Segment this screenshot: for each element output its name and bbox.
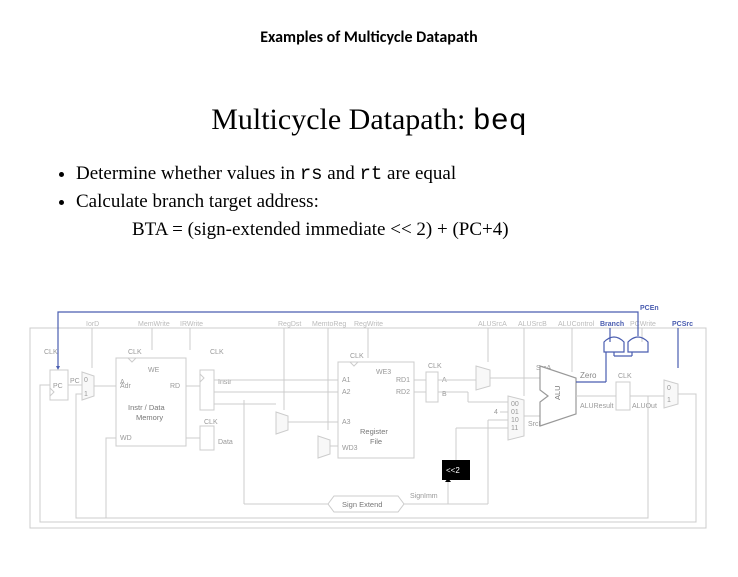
sig-memtoreg: MemtoReg (312, 321, 346, 328)
bullet-1: Determine whether values in rs and rt ar… (76, 163, 738, 185)
regdst-mux (276, 412, 288, 434)
svg-text:File: File (370, 437, 382, 446)
svg-text:Sign Extend: Sign Extend (342, 500, 382, 509)
svg-text:A2: A2 (342, 389, 351, 396)
svg-text:A3: A3 (342, 419, 351, 426)
aluout-reg (616, 382, 630, 410)
svg-text:WE: WE (148, 367, 160, 374)
svg-text:A1: A1 (342, 377, 351, 384)
svg-text:Memory: Memory (136, 413, 163, 422)
svg-text:0: 0 (667, 385, 671, 392)
svg-text:Register: Register (360, 427, 388, 436)
sig-pcwrite: PCWrite (630, 321, 656, 328)
bullet-list: Determine whether values in rs and rt ar… (76, 163, 738, 241)
svg-text:ALUResult: ALUResult (580, 403, 614, 410)
ab-reg (426, 372, 438, 402)
sig-alusrcb: ALUSrcB (518, 321, 547, 328)
slide-title: Multicycle Datapath: beq (0, 103, 738, 139)
svg-text:SignImm: SignImm (410, 493, 438, 500)
svg-text:1: 1 (84, 391, 88, 398)
sig-iord: IorD (86, 321, 99, 328)
srca-mux (476, 366, 490, 390)
svg-text:1: 1 (667, 397, 671, 404)
svg-text:CLK: CLK (350, 353, 364, 360)
svg-text:4: 4 (494, 409, 498, 416)
svg-text:Instr / Data: Instr / Data (128, 403, 166, 412)
svg-text:WE3: WE3 (376, 369, 391, 376)
svg-text:00: 00 (511, 401, 519, 408)
svg-text:CLK: CLK (210, 349, 224, 356)
svg-text:<<2: <<2 (446, 466, 460, 475)
branch-and-gate (604, 337, 624, 352)
sig-memwrite: MemWrite (138, 321, 170, 328)
svg-text:RD2: RD2 (396, 389, 410, 396)
svg-text:10: 10 (511, 417, 519, 424)
svg-text:WD: WD (120, 435, 132, 442)
sig-irwrite: IRWrite (180, 321, 203, 328)
svg-text:0: 0 (84, 377, 88, 384)
sig-alusrca: ALUSrcA (478, 321, 507, 328)
sig-branch: Branch (600, 321, 624, 328)
sig-pcen: PCEn (640, 305, 659, 312)
zero-label: Zero (580, 371, 597, 380)
svg-text:CLK: CLK (128, 349, 142, 356)
document-title: Examples of Multicycle Datapath (0, 0, 738, 47)
slide-title-code: beq (473, 105, 527, 139)
sig-regdst: RegDst (278, 321, 301, 328)
equation: BTA = (sign-extended immediate << 2) + (… (132, 219, 738, 241)
datapath-diagram: IorD MemWrite IRWrite RegDst MemtoReg Re… (28, 300, 708, 550)
sig-aluctrl: ALUControl (558, 321, 595, 328)
svg-text:CLK: CLK (44, 349, 58, 356)
slide-title-prefix: Multicycle Datapath: (211, 103, 473, 136)
svg-text:CLK: CLK (618, 373, 632, 380)
sig-regwrite: RegWrite (354, 321, 383, 328)
svg-text:A: A (120, 379, 125, 386)
svg-text:CLK: CLK (428, 363, 442, 370)
svg-text:WD3: WD3 (342, 445, 358, 452)
svg-text:RD1: RD1 (396, 377, 410, 384)
svg-text:RD: RD (170, 383, 180, 390)
svg-text:PC: PC (70, 378, 80, 385)
memtoreg-mux (318, 436, 330, 458)
svg-text:01: 01 (511, 409, 519, 416)
svg-text:ALU: ALU (553, 385, 562, 400)
sig-pcsrc: PCSrc (672, 321, 693, 328)
svg-text:ALUOut: ALUOut (632, 403, 657, 410)
svg-text:Data: Data (218, 439, 233, 446)
svg-text:CLK: CLK (204, 419, 218, 426)
svg-text:PC: PC (53, 383, 63, 390)
svg-text:11: 11 (511, 425, 518, 432)
pcen-or-gate (628, 337, 648, 352)
data-reg (200, 426, 214, 450)
bullet-2: Calculate branch target address: (76, 191, 738, 213)
